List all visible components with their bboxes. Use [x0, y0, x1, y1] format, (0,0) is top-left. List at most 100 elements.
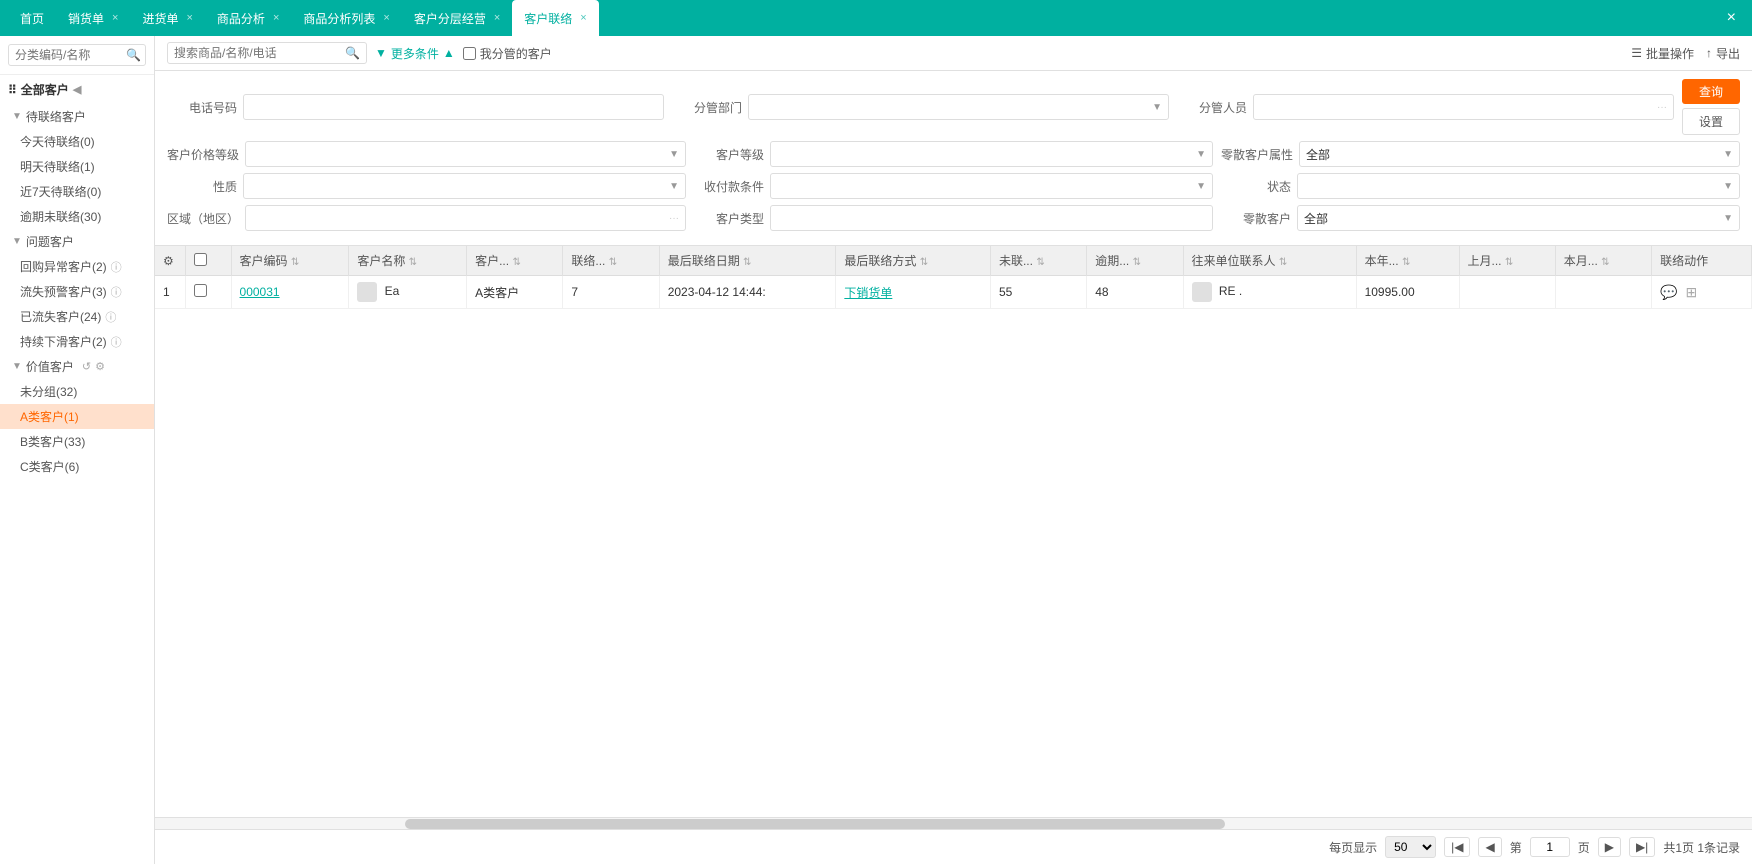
page-suffix: 页 [1578, 839, 1590, 856]
nav-home[interactable]: 首页 [8, 0, 56, 36]
first-page-button[interactable]: |◀ [1444, 837, 1470, 857]
sidebar-group-problem[interactable]: ▼ 问题客户 [0, 229, 154, 254]
export-button[interactable]: ↑ 导出 [1706, 45, 1740, 62]
th-name[interactable]: 客户名称 ⇅ [349, 246, 467, 276]
customer-code-link[interactable]: 000031 [240, 285, 280, 299]
toolbar-search-input[interactable] [174, 46, 341, 60]
sidebar-item-today[interactable]: 今天待联络(0) [0, 129, 154, 154]
horizontal-scrollbar[interactable] [155, 817, 1752, 829]
nav-product-analysis[interactable]: 商品分析 × [205, 0, 291, 36]
sidebar-item-a-class[interactable]: A类客户(1) [0, 404, 154, 429]
filter-status-select[interactable]: ▼ [1297, 173, 1740, 199]
td-code[interactable]: 000031 [231, 276, 349, 309]
nav-sales[interactable]: 销货单 × [56, 0, 130, 36]
filter-dept-select[interactable]: ▼ [748, 94, 1169, 120]
my-customers-checkbox[interactable] [463, 47, 476, 60]
sidebar-item-declining[interactable]: 持续下滑客户(2) ⓘ [0, 329, 154, 354]
close-purchase-icon[interactable]: × [186, 12, 192, 24]
sidebar-item-tomorrow[interactable]: 明天待联络(1) [0, 154, 154, 179]
th-last-method[interactable]: 最后联络方式 ⇅ [836, 246, 991, 276]
th-this-month[interactable]: 本月... ⇅ [1555, 246, 1651, 276]
row-actions: 💬 ⊞ [1660, 284, 1743, 301]
chat-icon[interactable]: 💬 [1660, 284, 1677, 301]
page-number-input[interactable] [1530, 837, 1570, 857]
th-checkbox[interactable] [185, 246, 231, 276]
sort-nocontact-icon[interactable]: ⇅ [1036, 257, 1044, 268]
th-related-contact[interactable]: 往来单位联系人 ⇅ [1183, 246, 1356, 276]
nav-customer-contact[interactable]: 客户联络 × [512, 0, 598, 36]
td-checkbox[interactable] [185, 276, 231, 309]
filter-retail-attr: 零散客户属性 全部▼ [1221, 141, 1740, 167]
sort-thismonth-icon[interactable]: ⇅ [1601, 257, 1609, 268]
qr-icon[interactable]: ⊞ [1686, 284, 1698, 301]
filter-customer-type-input[interactable] [770, 205, 1213, 231]
nav-product-list[interactable]: 商品分析列表 × [291, 0, 401, 36]
filter-retail-select[interactable]: 全部▼ [1297, 205, 1740, 231]
nav-customer-tier[interactable]: 客户分层经营 × [402, 0, 512, 36]
th-settings[interactable]: ⚙ [155, 246, 185, 276]
sidebar-item-7days[interactable]: 近7天待联络(0) [0, 179, 154, 204]
sidebar-item-ungrouped[interactable]: 未分组(32) [0, 379, 154, 404]
sidebar-item-warning[interactable]: 流失预警客户(3) ⓘ [0, 279, 154, 304]
sort-related-icon[interactable]: ⇅ [1279, 257, 1287, 268]
batch-op-button[interactable]: ☰ 批量操作 [1631, 45, 1694, 62]
sidebar-item-abnormal[interactable]: 回购异常客户(2) ⓘ [0, 254, 154, 279]
settings-value-icon[interactable]: ⚙ [95, 360, 105, 373]
sort-lastmonth-icon[interactable]: ⇅ [1505, 257, 1513, 268]
filter-manager-select[interactable]: ··· [1253, 94, 1674, 120]
sidebar-item-c-class[interactable]: C类客户(6) [0, 454, 154, 479]
sidebar-group-pending[interactable]: ▼ 待联络客户 [0, 104, 154, 129]
close-product-analysis-icon[interactable]: × [273, 12, 279, 24]
page-size-select[interactable]: 50 100 200 [1385, 836, 1436, 858]
sort-date-icon[interactable]: ⇅ [743, 257, 751, 268]
sort-count-icon[interactable]: ⇅ [609, 257, 617, 268]
my-customers-checkbox-label[interactable]: 我分管的客户 [463, 45, 552, 62]
sort-method-icon[interactable]: ⇅ [920, 257, 928, 268]
th-this-year[interactable]: 本年... ⇅ [1356, 246, 1459, 276]
close-sales-icon[interactable]: × [112, 12, 118, 24]
filter-price-select[interactable]: ▼ [245, 141, 686, 167]
scrollbar-thumb[interactable] [405, 819, 1225, 829]
sort-level-icon[interactable]: ⇅ [512, 257, 520, 268]
select-all-checkbox[interactable] [194, 253, 207, 266]
sidebar-group-value[interactable]: ▼ 价值客户 ↺ ⚙ [0, 354, 154, 379]
more-filter-button[interactable]: ▼ 更多条件 ▲ [375, 45, 455, 62]
settings-button[interactable]: 设置 [1682, 108, 1740, 135]
sidebar-item-b-class[interactable]: B类客户(33) [0, 429, 154, 454]
sidebar-item-lost[interactable]: 已流失客户(24) ⓘ [0, 304, 154, 329]
sidebar-item-overdue[interactable]: 逾期未联络(30) [0, 204, 154, 229]
next-page-button[interactable]: ▶ [1598, 837, 1621, 857]
td-contact-count: 7 [563, 276, 659, 309]
th-last-month[interactable]: 上月... ⇅ [1459, 246, 1555, 276]
close-all-button[interactable]: × [1719, 9, 1744, 27]
sort-overdue-icon[interactable]: ⇅ [1133, 257, 1141, 268]
collapse-sidebar-icon[interactable]: ◀ [73, 83, 81, 96]
th-code[interactable]: 客户编码 ⇅ [231, 246, 349, 276]
last-page-button[interactable]: ▶| [1629, 837, 1655, 857]
row-checkbox[interactable] [194, 284, 207, 297]
th-level[interactable]: 客户... ⇅ [467, 246, 563, 276]
nav-purchase[interactable]: 进货单 × [130, 0, 204, 36]
filter-phone-input[interactable] [243, 94, 664, 120]
refresh-icon[interactable]: ↺ [82, 360, 91, 373]
th-contact-count[interactable]: 联络... ⇅ [563, 246, 659, 276]
close-product-list-icon[interactable]: × [383, 12, 389, 24]
last-method-link[interactable]: 下销货单 [844, 286, 892, 300]
filter-retail-attr-select[interactable]: 全部▼ [1299, 141, 1740, 167]
sort-code-icon[interactable]: ⇅ [291, 257, 299, 268]
th-last-date[interactable]: 最后联络日期 ⇅ [659, 246, 836, 276]
sort-year-icon[interactable]: ⇅ [1402, 257, 1410, 268]
query-button[interactable]: 查询 [1682, 79, 1740, 104]
prev-page-button[interactable]: ◀ [1478, 837, 1501, 857]
close-customer-contact-icon[interactable]: × [580, 12, 586, 24]
th-no-contact[interactable]: 未联... ⇅ [990, 246, 1086, 276]
td-last-method[interactable]: 下销货单 [836, 276, 991, 309]
filter-nature-select[interactable]: ▼ [243, 173, 686, 199]
filter-region-select[interactable]: ··· [245, 205, 686, 231]
close-customer-tier-icon[interactable]: × [494, 12, 500, 24]
sort-name-icon[interactable]: ⇅ [409, 257, 417, 268]
all-customers-header[interactable]: ⠿ 全部客户 ◀ [0, 75, 154, 104]
filter-customer-level-select[interactable]: ▼ [770, 141, 1213, 167]
th-overdue[interactable]: 逾期... ⇅ [1087, 246, 1183, 276]
filter-payment-select[interactable]: ▼ [770, 173, 1213, 199]
